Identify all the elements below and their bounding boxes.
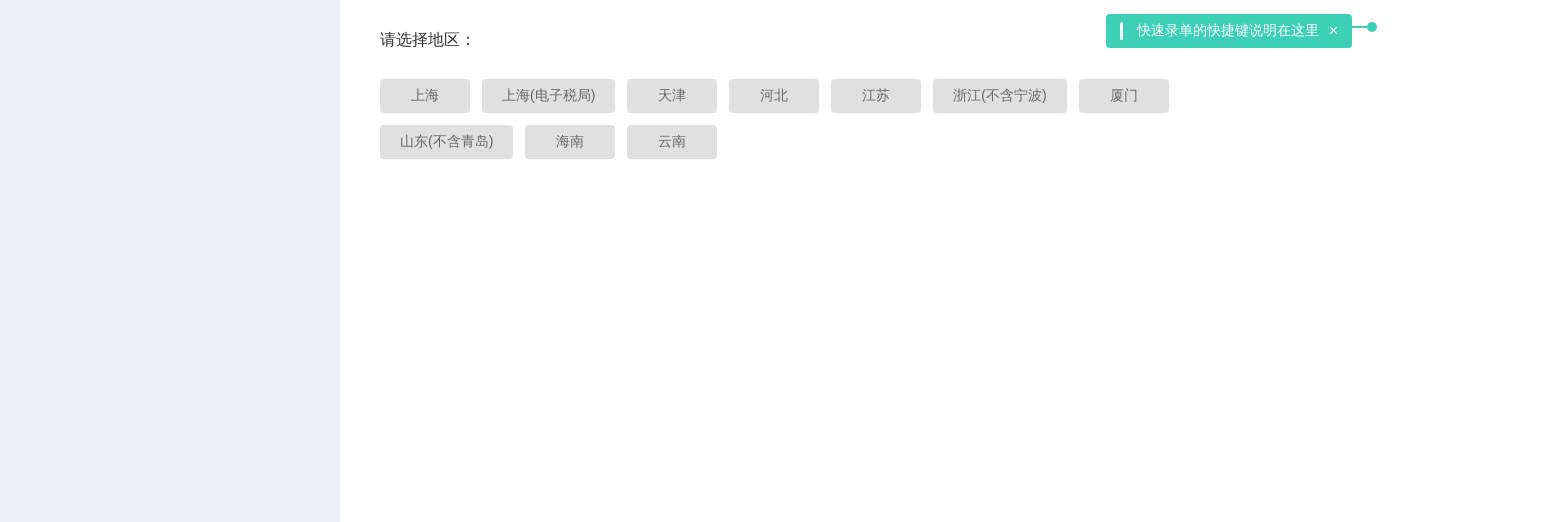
region-button-yunnan[interactable]: 云南 xyxy=(627,125,717,159)
region-button-jiangsu[interactable]: 江苏 xyxy=(831,79,921,113)
region-button-shanghai[interactable]: 上海 xyxy=(380,79,470,113)
region-row-1: 上海上海(电子税局) 天津河北江苏浙江(不含宁波) 厦门 xyxy=(380,79,1522,113)
region-button-shandong[interactable]: 山东(不含青岛) xyxy=(380,125,513,159)
tooltip-close-button[interactable]: × xyxy=(1329,23,1338,39)
region-button-xiamen[interactable]: 厦门 xyxy=(1079,79,1169,113)
region-row-2: 山东(不含青岛) 海南云南 xyxy=(380,125,1522,159)
tooltip-text: 快速录单的快捷键说明在这里 xyxy=(1137,22,1319,40)
region-button-tianjin[interactable]: 天津 xyxy=(627,79,717,113)
region-button-zhejiang[interactable]: 浙江(不含宁波) xyxy=(933,79,1066,113)
tooltip-banner: 快速录单的快捷键说明在这里 × xyxy=(1106,14,1352,48)
tooltip-connector-dot xyxy=(1367,22,1377,32)
region-button-shanghai-etax[interactable]: 上海(电子税局) xyxy=(482,79,615,113)
region-button-hebei[interactable]: 河北 xyxy=(729,79,819,113)
sidebar xyxy=(0,0,340,522)
main-content: 请选择地区： 上海上海(电子税局)天津河北江苏浙江(不含宁波)厦门 山东(不含青… xyxy=(340,0,1562,522)
region-button-hainan[interactable]: 海南 xyxy=(525,125,615,159)
